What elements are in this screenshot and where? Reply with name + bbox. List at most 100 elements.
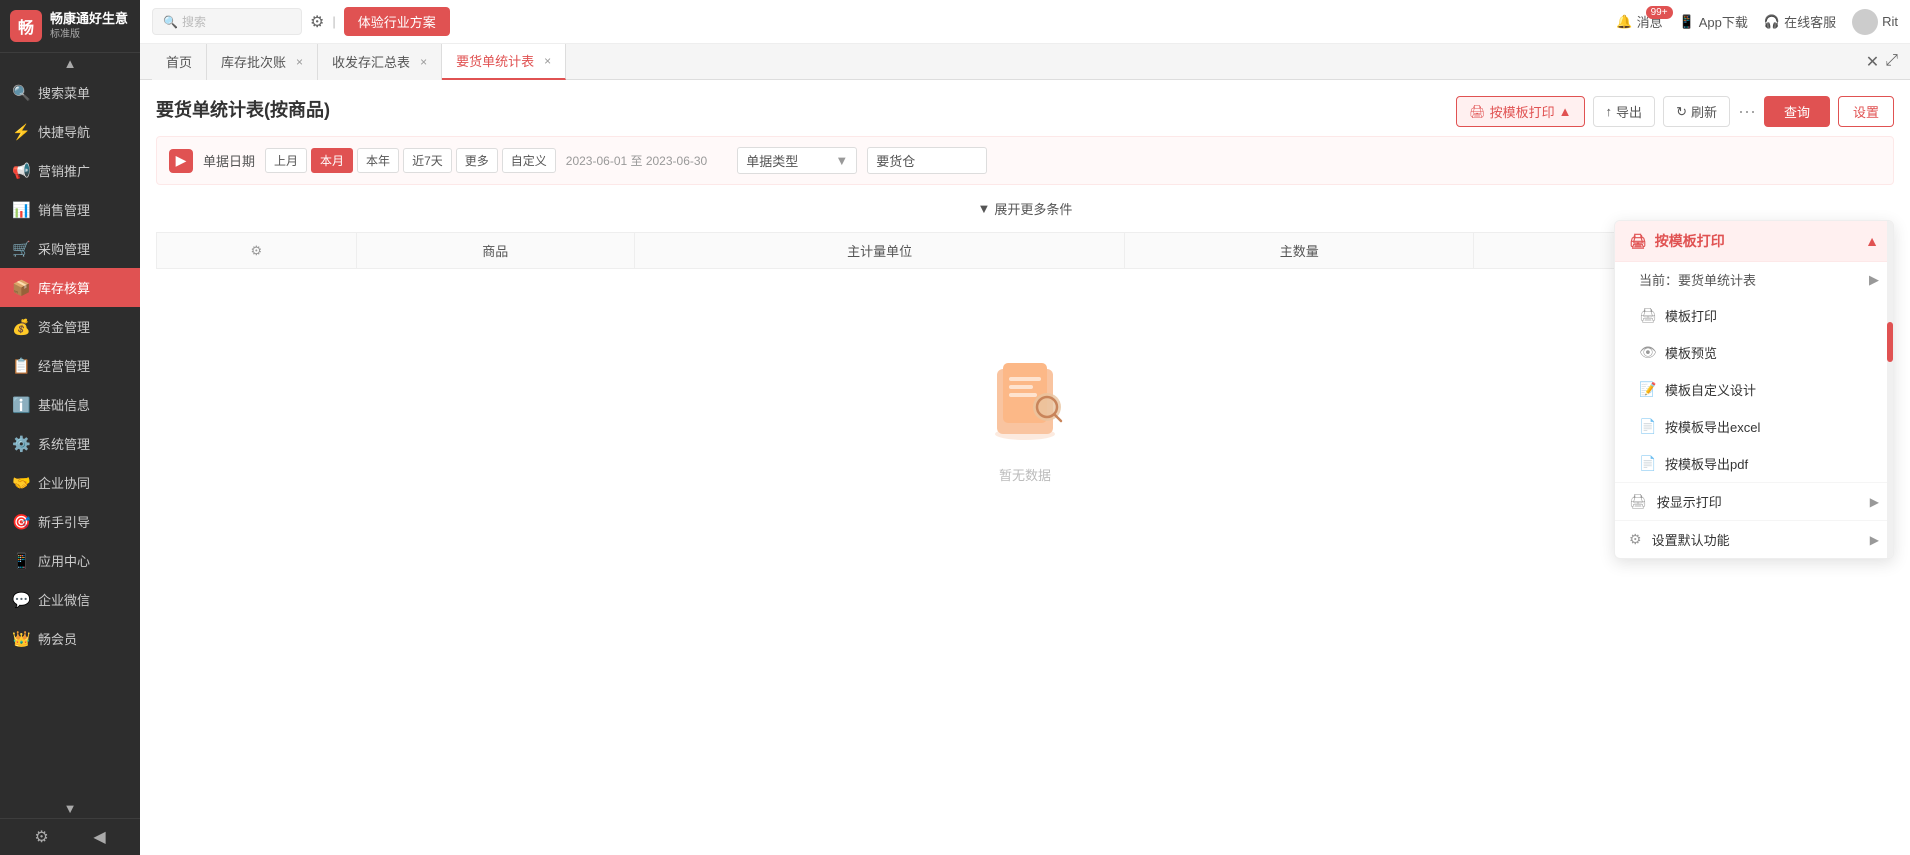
sidebar-item-operations[interactable]: 📋 经营管理 — [0, 346, 140, 385]
refresh-btn[interactable]: ↻ 刷新 — [1663, 96, 1730, 127]
current-chevron-icon: ▶ — [1869, 272, 1879, 288]
sidebar-item-label: 库存核算 — [38, 278, 90, 297]
sidebar-scroll-down[interactable]: ▼ — [0, 798, 140, 818]
dropdown-current-template[interactable]: 当前：要货单统计表 ▶ — [1615, 262, 1893, 297]
dropdown-scrollbar-thumb[interactable] — [1887, 322, 1893, 362]
inventory-icon: 📦 — [12, 279, 30, 297]
messages-btn[interactable]: 🔔 消息 99+ — [1616, 12, 1662, 31]
query-btn[interactable]: 查询 — [1764, 96, 1830, 127]
tab-batch-accounts[interactable]: 库存批次账 × — [207, 44, 318, 80]
topbar-search[interactable]: 🔍 搜索 — [152, 8, 302, 35]
sidebar-item-search[interactable]: 🔍 搜索菜单 — [0, 73, 140, 112]
dropdown-header[interactable]: 🖨 按模板打印 ▲ — [1615, 221, 1893, 262]
printer-icon: 🖨 — [1469, 104, 1486, 120]
tab-batch-label: 库存批次账 — [221, 52, 286, 71]
topbar-gear-icon[interactable]: ⚙ — [310, 12, 324, 32]
user-avatar[interactable]: Rit — [1852, 9, 1898, 35]
sidebar-item-inventory[interactable]: 📦 库存核算 — [0, 268, 140, 307]
refresh-icon: ↻ — [1676, 104, 1687, 120]
sidebar-item-label: 企业微信 — [38, 590, 90, 609]
print-template-btn[interactable]: 🖨 按模板打印 ▲ — [1456, 96, 1584, 127]
filter-expand-arrow[interactable]: ▶ — [169, 149, 193, 173]
app-download-btn[interactable]: 📱 App下载 — [1679, 12, 1748, 31]
more-options-btn[interactable]: ··· — [1738, 101, 1756, 122]
dropdown-item-template-preview[interactable]: 👁 模板预览 — [1615, 334, 1893, 371]
last7days-btn[interactable]: 近7天 — [403, 148, 452, 173]
template-custom-icon: 📝 — [1639, 381, 1655, 398]
sidebar-item-sales[interactable]: 📊 销售管理 — [0, 190, 140, 229]
dropdown-display-print[interactable]: 🖨 按显示打印 ▶ — [1615, 482, 1893, 520]
tab-home[interactable]: 首页 — [152, 44, 207, 80]
current-year-btn[interactable]: 本年 — [357, 148, 399, 173]
order-type-select[interactable]: 单据类型 ▼ — [737, 147, 857, 174]
prev-month-btn[interactable]: 上月 — [265, 148, 307, 173]
sidebar-item-label: 新手引导 — [38, 512, 90, 531]
messages-badge: 99+ — [1646, 6, 1673, 19]
col-unit: 主计量单位 — [634, 233, 1125, 269]
sidebar-collapse-icon[interactable]: ◀ — [93, 827, 105, 847]
export-btn[interactable]: ↑ 导出 — [1593, 96, 1656, 127]
dropdown-item-export-pdf[interactable]: 📄 按模板导出pdf — [1615, 445, 1893, 482]
dropdown-item-export-excel[interactable]: 📄 按模板导出excel — [1615, 408, 1893, 445]
date-filter-buttons: 上月 本月 本年 近7天 更多 自定义 — [265, 148, 556, 173]
sidebar-item-system[interactable]: ⚙️ 系统管理 — [0, 424, 140, 463]
enterprise-icon: 🤝 — [12, 474, 30, 492]
sidebar-item-label: 应用中心 — [38, 551, 90, 570]
template-custom-label: 模板自定义设计 — [1665, 380, 1756, 399]
sidebar-item-label: 畅会员 — [38, 629, 77, 648]
expand-icon: ▼ — [978, 201, 991, 216]
table-gear-icon[interactable]: ⚙ — [251, 243, 263, 258]
sidebar-scroll-up[interactable]: ▲ — [0, 53, 140, 73]
dropdown-default-function[interactable]: ⚙ 设置默认功能 ▶ — [1615, 520, 1893, 558]
tab-order-close[interactable]: × — [544, 54, 551, 68]
dropdown-item-template-custom[interactable]: 📝 模板自定义设计 — [1615, 371, 1893, 408]
search-icon: 🔍 — [163, 15, 178, 29]
sidebar-item-wecom[interactable]: 💬 企业微信 — [0, 580, 140, 619]
display-print-chevron: ▶ — [1870, 495, 1879, 509]
online-service-label: 在线客服 — [1784, 12, 1836, 31]
search-nav-icon: 🔍 — [12, 84, 30, 102]
sidebar-item-label: 企业协同 — [38, 473, 90, 492]
brand-name: 畅康通好生意 — [50, 11, 128, 28]
tab-collection-summary[interactable]: 收发存汇总表 × — [318, 44, 442, 80]
current-month-btn[interactable]: 本月 — [311, 148, 353, 173]
dropdown-close-btn[interactable]: ▲ — [1865, 233, 1879, 249]
avatar-image — [1852, 9, 1878, 35]
sidebar-item-label: 快捷导航 — [38, 122, 90, 141]
sidebar-item-basic[interactable]: ℹ️ 基础信息 — [0, 385, 140, 424]
headset-icon: 🎧 — [1764, 14, 1780, 30]
template-print-label: 模板打印 — [1665, 306, 1717, 325]
settings-btn[interactable]: 设置 — [1838, 96, 1894, 127]
topbar-right: 🔔 消息 99+ 📱 App下载 🎧 在线客服 Rit — [1616, 9, 1898, 35]
trial-button[interactable]: 体验行业方案 — [344, 7, 450, 36]
custom-btn[interactable]: 自定义 — [502, 148, 556, 173]
tab-batch-close[interactable]: × — [296, 55, 303, 69]
default-function-icon: ⚙ — [1629, 531, 1642, 548]
export-label: 导出 — [1616, 102, 1642, 121]
sidebar-item-enterprise[interactable]: 🤝 企业协同 — [0, 463, 140, 502]
quick-nav-icon: ⚡ — [12, 123, 30, 141]
sidebar-item-purchase[interactable]: 🛒 采购管理 — [0, 229, 140, 268]
tab-order-stats[interactable]: 要货单统计表 × — [442, 44, 566, 80]
sidebar-item-quick-nav[interactable]: ⚡ 快捷导航 — [0, 112, 140, 151]
window-expand-icon[interactable]: ⤢ — [1885, 52, 1898, 72]
sidebar-item-app-center[interactable]: 📱 应用中心 — [0, 541, 140, 580]
dropdown-header-left: 🖨 按模板打印 — [1629, 231, 1725, 251]
sidebar-item-guide[interactable]: 🎯 新手引导 — [0, 502, 140, 541]
window-close-icon[interactable]: ✕ — [1866, 52, 1879, 72]
expand-more-btn[interactable]: ▼ 展开更多条件 — [970, 195, 1081, 222]
col-gear[interactable]: ⚙ — [157, 233, 357, 269]
more-btn[interactable]: 更多 — [456, 148, 498, 173]
sidebar-settings-icon[interactable]: ⚙ — [34, 827, 48, 847]
finance-icon: 💰 — [12, 318, 30, 336]
dropdown-item-template-print[interactable]: 🖨 模板打印 — [1615, 297, 1893, 334]
goods-warehouse-select[interactable]: 要货仓 — [867, 147, 987, 174]
tab-collection-close[interactable]: × — [420, 55, 427, 69]
tab-window-buttons: ✕ ⤢ — [1866, 52, 1898, 72]
online-service-btn[interactable]: 🎧 在线客服 — [1764, 12, 1836, 31]
sidebar-item-marketing[interactable]: 📢 营销推广 — [0, 151, 140, 190]
sidebar-item-member[interactable]: 👑 畅会员 — [0, 619, 140, 658]
template-print-icon: 🖨 — [1639, 307, 1655, 324]
sidebar-item-finance[interactable]: 💰 资金管理 — [0, 307, 140, 346]
username-label: Rit — [1882, 14, 1898, 29]
